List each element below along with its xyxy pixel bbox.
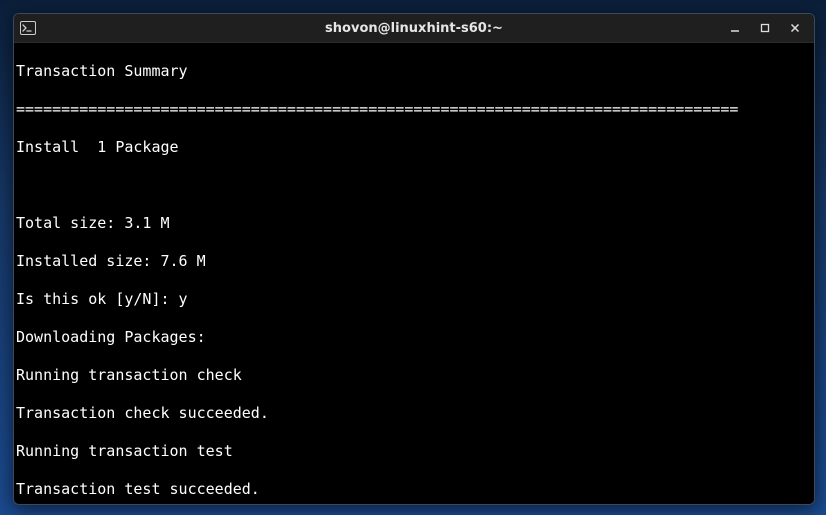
maximize-button[interactable] bbox=[752, 18, 778, 38]
line-confirm: Is this ok [y/N]: y bbox=[16, 290, 812, 309]
line-downloading: Downloading Packages: bbox=[16, 328, 812, 347]
close-button[interactable] bbox=[782, 18, 808, 38]
window-title: shovon@linuxhint-s60:~ bbox=[14, 21, 814, 36]
line-test-succeeded: Transaction test succeeded. bbox=[16, 480, 812, 499]
terminal-output[interactable]: Transaction Summary ====================… bbox=[14, 43, 814, 504]
line-running-test: Running transaction test bbox=[16, 442, 812, 461]
terminal-window: shovon@linuxhint-s60:~ Transaction Summa… bbox=[13, 13, 815, 505]
terminal-icon bbox=[20, 21, 36, 35]
line-check-succeeded: Transaction check succeeded. bbox=[16, 404, 812, 423]
minimize-button[interactable] bbox=[722, 18, 748, 38]
line-running-check: Running transaction check bbox=[16, 366, 812, 385]
line-divider: ========================================… bbox=[16, 100, 812, 119]
window-controls bbox=[722, 18, 808, 38]
line-total-size: Total size: 3.1 M bbox=[16, 214, 812, 233]
line-installed-size: Installed size: 7.6 M bbox=[16, 252, 812, 271]
titlebar[interactable]: shovon@linuxhint-s60:~ bbox=[14, 14, 814, 43]
line-summary-header: Transaction Summary bbox=[16, 62, 812, 81]
line-install-count: Install 1 Package bbox=[16, 138, 812, 157]
line-blank-1 bbox=[16, 176, 812, 195]
desktop-background: shovon@linuxhint-s60:~ Transaction Summa… bbox=[0, 0, 826, 515]
